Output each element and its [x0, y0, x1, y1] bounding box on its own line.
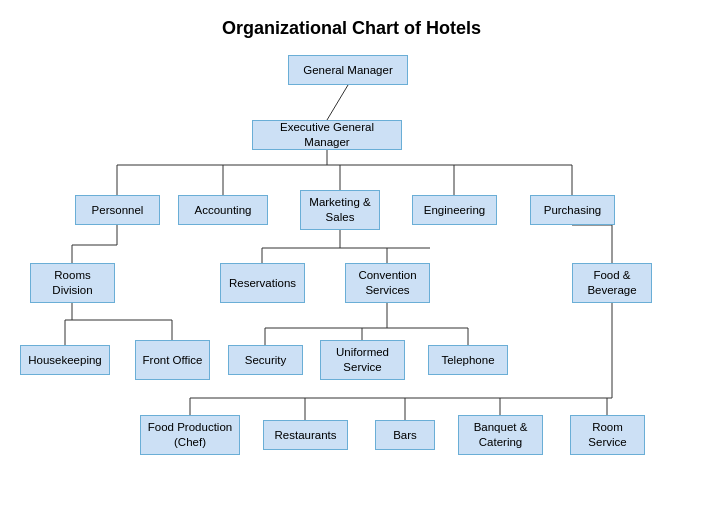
accounting-node: Accounting [178, 195, 268, 225]
restaurants-node: Restaurants [263, 420, 348, 450]
banquet-catering-node: Banquet & Catering [458, 415, 543, 455]
marketing-sales-node: Marketing & Sales [300, 190, 380, 230]
chart-container: Organizational Chart of Hotels [0, 0, 703, 506]
front-office-node: Front Office [135, 340, 210, 380]
food-production-node: Food Production (Chef) [140, 415, 240, 455]
telephone-node: Telephone [428, 345, 508, 375]
bars-node: Bars [375, 420, 435, 450]
chart-title: Organizational Chart of Hotels [0, 0, 703, 39]
personnel-node: Personnel [75, 195, 160, 225]
engineering-node: Engineering [412, 195, 497, 225]
reservations-node: Reservations [220, 263, 305, 303]
food-beverage-node: Food & Beverage [572, 263, 652, 303]
purchasing-node: Purchasing [530, 195, 615, 225]
svg-line-0 [327, 85, 348, 120]
security-node: Security [228, 345, 303, 375]
convention-services-node: Convention Services [345, 263, 430, 303]
general-manager-node: General Manager [288, 55, 408, 85]
rooms-division-node: Rooms Division [30, 263, 115, 303]
exec-general-manager-node: Executive General Manager [252, 120, 402, 150]
uniformed-service-node: Uniformed Service [320, 340, 405, 380]
housekeeping-node: Housekeeping [20, 345, 110, 375]
room-service-node: Room Service [570, 415, 645, 455]
